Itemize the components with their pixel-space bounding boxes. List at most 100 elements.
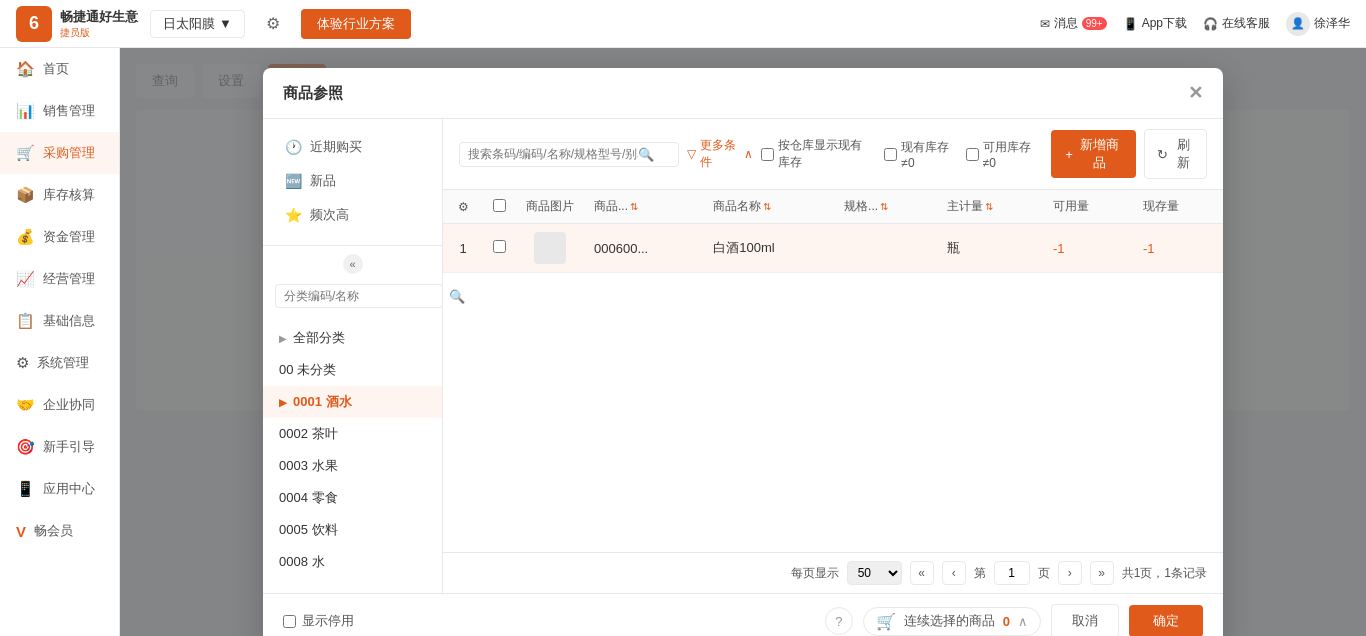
th-unit[interactable]: 主计量⇅ bbox=[937, 190, 1043, 224]
select-all-checkbox[interactable] bbox=[493, 199, 506, 212]
app-download-btn[interactable]: 📱 App下载 bbox=[1123, 15, 1187, 32]
th-name[interactable]: 商品名称⇅ bbox=[703, 190, 834, 224]
first-page-btn[interactable]: « bbox=[910, 561, 934, 585]
sidebar-item-home[interactable]: 🏠 首页 bbox=[0, 48, 119, 90]
quick-tab-recent[interactable]: 🕐 近期购买 bbox=[275, 131, 430, 163]
checkbox-warehouse[interactable] bbox=[761, 148, 774, 161]
sidebar-item-member[interactable]: V 畅会员 bbox=[0, 510, 119, 552]
sidebar-item-guide[interactable]: 🎯 新手引导 bbox=[0, 426, 119, 468]
modal-close-icon[interactable]: ✕ bbox=[1188, 82, 1203, 104]
category-search-input[interactable] bbox=[275, 284, 443, 308]
product-search-input[interactable] bbox=[468, 147, 638, 161]
cat-item-0002[interactable]: 0002 茶叶 bbox=[263, 418, 442, 450]
checkbox-stock-ne0[interactable] bbox=[884, 148, 897, 161]
th-code[interactable]: 商品...⇅ bbox=[584, 190, 703, 224]
sort-unit-icon: ⇅ bbox=[985, 201, 993, 212]
confirm-btn[interactable]: 确定 bbox=[1129, 605, 1203, 636]
show-disabled-label[interactable]: 显示停用 bbox=[283, 612, 354, 630]
cart-area: 🛒 连续选择的商品 0 ∧ bbox=[863, 607, 1041, 636]
prev-page-btn[interactable]: ‹ bbox=[942, 561, 966, 585]
sidebar-item-basic[interactable]: 📋 基础信息 bbox=[0, 300, 119, 342]
sidebar-item-finance[interactable]: 💰 资金管理 bbox=[0, 216, 119, 258]
cat-item-0004[interactable]: 0004 零食 bbox=[263, 482, 442, 514]
service-icon: 🎧 bbox=[1203, 17, 1218, 31]
logo-area: 6 畅捷通好生意 捷员版 bbox=[16, 6, 138, 42]
sidebar-item-operations[interactable]: 📈 经营管理 bbox=[0, 258, 119, 300]
th-checkbox[interactable] bbox=[483, 190, 516, 224]
cat-label-all: 全部分类 bbox=[293, 329, 345, 347]
sidebar-label-apps: 应用中心 bbox=[43, 480, 95, 498]
sidebar-label-guide: 新手引导 bbox=[43, 438, 95, 456]
cat-item-0003[interactable]: 0003 水果 bbox=[263, 450, 442, 482]
sidebar-item-system[interactable]: ⚙ 系统管理 bbox=[0, 342, 119, 384]
cell-code: 000600... bbox=[584, 224, 703, 273]
quick-tab-new[interactable]: 🆕 新品 bbox=[275, 165, 430, 197]
finance-icon: 💰 bbox=[16, 228, 35, 246]
message-icon: ✉ bbox=[1040, 17, 1050, 31]
show-disabled-checkbox[interactable] bbox=[283, 615, 296, 628]
cat-item-00[interactable]: 00 未分类 bbox=[263, 354, 442, 386]
th-available[interactable]: 可用量 bbox=[1043, 190, 1133, 224]
frequent-icon: ⭐ bbox=[285, 207, 302, 223]
settings-icon[interactable]: ⚙ bbox=[257, 8, 289, 40]
th-stock[interactable]: 现存量 bbox=[1133, 190, 1223, 224]
sort-name-icon: ⇅ bbox=[763, 201, 771, 212]
table-row[interactable]: 1 000600... 白酒100ml 瓶 bbox=[443, 224, 1223, 273]
sidebar-item-enterprise[interactable]: 🤝 企业协同 bbox=[0, 384, 119, 426]
page-text-label: 第 bbox=[974, 565, 986, 582]
sidebar-item-sales[interactable]: 📊 销售管理 bbox=[0, 90, 119, 132]
user-name: 徐泽华 bbox=[1314, 15, 1350, 32]
cat-arrow-all: ▶ bbox=[279, 333, 287, 344]
cell-check[interactable] bbox=[483, 224, 516, 273]
page-suffix-label: 页 bbox=[1038, 565, 1050, 582]
next-page-btn[interactable]: › bbox=[1058, 561, 1082, 585]
show-disabled-text: 显示停用 bbox=[302, 612, 354, 630]
cat-item-0001[interactable]: ▶ 0001 酒水 bbox=[263, 386, 442, 418]
more-filter-btn[interactable]: ▽ 更多条件 ∧ bbox=[687, 137, 753, 171]
checkbox-stock-ne0-text: 现有库存≠0 bbox=[901, 139, 953, 170]
cart-collapse-icon[interactable]: ∧ bbox=[1018, 614, 1028, 629]
product-thumbnail bbox=[534, 232, 566, 264]
sidebar-item-purchase[interactable]: 🛒 采购管理 bbox=[0, 132, 119, 174]
cat-item-0005[interactable]: 0005 饮料 bbox=[263, 514, 442, 546]
product-search-box[interactable]: 🔍 bbox=[459, 142, 679, 167]
checkbox-avail-ne0[interactable] bbox=[966, 148, 979, 161]
sidebar-item-inventory[interactable]: 📦 库存核算 bbox=[0, 174, 119, 216]
last-page-btn[interactable]: » bbox=[1090, 561, 1114, 585]
quick-tab-frequent[interactable]: ⭐ 频次高 bbox=[275, 199, 430, 231]
user-btn[interactable]: 👤 徐泽华 bbox=[1286, 12, 1350, 36]
add-product-btn[interactable]: + 新增商品 bbox=[1051, 130, 1136, 178]
product-search-icon[interactable]: 🔍 bbox=[638, 147, 654, 162]
service-btn[interactable]: 🎧 在线客服 bbox=[1203, 15, 1270, 32]
sidebar-label-enterprise: 企业协同 bbox=[43, 396, 95, 414]
th-settings[interactable]: ⚙ bbox=[443, 190, 483, 224]
top-nav: 6 畅捷通好生意 捷员版 日太阳膜 ▼ ⚙ 体验行业方案 ✉ 消息 99+ 📱 … bbox=[0, 0, 1366, 48]
collapse-panel-btn[interactable]: « bbox=[343, 254, 363, 274]
quick-tab-new-label: 新品 bbox=[310, 172, 336, 190]
sales-icon: 📊 bbox=[16, 102, 35, 120]
per-page-select[interactable]: 50 100 200 bbox=[847, 561, 902, 585]
row-checkbox[interactable] bbox=[493, 240, 506, 253]
refresh-btn[interactable]: ↻ 刷新 bbox=[1144, 129, 1207, 179]
trial-btn[interactable]: 体验行业方案 bbox=[301, 9, 411, 39]
checkbox-avail-ne0-label[interactable]: 可用库存≠0 bbox=[966, 139, 1035, 170]
messages-btn[interactable]: ✉ 消息 99+ bbox=[1040, 15, 1107, 32]
checkbox-stock-ne0-label[interactable]: 现有库存≠0 bbox=[884, 139, 953, 170]
cat-item-0008[interactable]: 0008 水 bbox=[263, 546, 442, 578]
cat-item-0010[interactable]: 0010 家电 bbox=[263, 578, 442, 581]
cell-name: 白酒100ml bbox=[703, 224, 834, 273]
page-number-input[interactable] bbox=[994, 561, 1030, 585]
modal-body: 🕐 近期购买 🆕 新品 ⭐ 频次高 bbox=[263, 119, 1223, 593]
cancel-btn[interactable]: 取消 bbox=[1051, 604, 1119, 636]
filter-arrow-icon: ∧ bbox=[744, 147, 753, 161]
sidebar-label-home: 首页 bbox=[43, 60, 69, 78]
cat-item-all[interactable]: ▶ 全部分类 bbox=[263, 322, 442, 354]
th-spec[interactable]: 规格...⇅ bbox=[834, 190, 937, 224]
refresh-label: 刷新 bbox=[1172, 136, 1194, 172]
cell-available: -1 bbox=[1043, 224, 1133, 273]
help-icon[interactable]: ? bbox=[825, 607, 853, 635]
checkbox-warehouse-label[interactable]: 按仓库显示现有库存 bbox=[761, 137, 872, 171]
sidebar-item-apps[interactable]: 📱 应用中心 bbox=[0, 468, 119, 510]
store-dropdown[interactable]: 日太阳膜 ▼ bbox=[150, 10, 245, 38]
cat-label-0003: 0003 水果 bbox=[279, 457, 338, 475]
